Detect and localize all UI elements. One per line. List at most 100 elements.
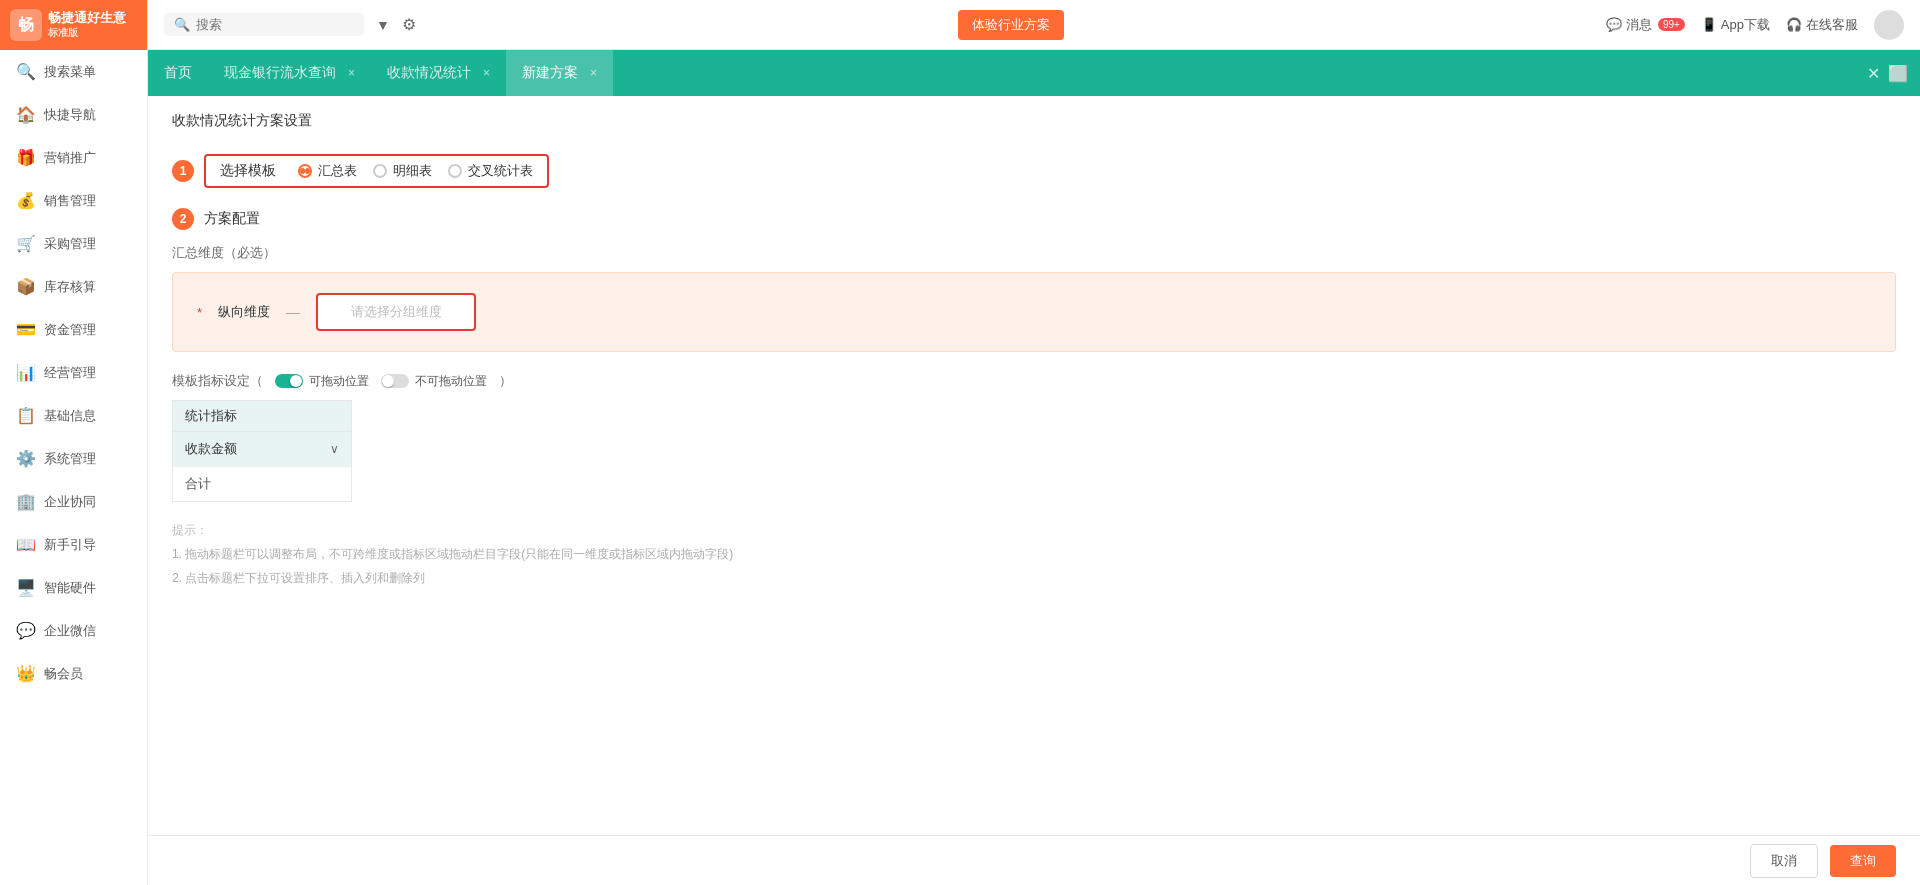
tab-home[interactable]: 首页 xyxy=(148,50,208,96)
step2-section: 2 方案配置 汇总维度（必选） * 纵向维度 — 请选择分组维度 xyxy=(172,208,1896,590)
draggable-toggle[interactable]: 可拖动位置 xyxy=(275,373,369,390)
tab-bank-label: 现金银行流水查询 xyxy=(224,64,336,82)
radio-detail[interactable]: 明细表 xyxy=(373,162,432,180)
messages-label: 消息 xyxy=(1626,16,1652,34)
settings-icon[interactable]: ⚙ xyxy=(402,15,416,34)
main-area: 🔍 ▼ ⚙ 体验行业方案 💬 消息 99+ 📱 App下载 🎧 在线客服 xyxy=(148,0,1920,885)
sidebar-item-wechat[interactable]: 💬 企业微信 xyxy=(0,609,147,652)
sidebar-item-hardware[interactable]: 🖥️ 智能硬件 xyxy=(0,566,147,609)
sidebar-item-guide-label: 新手引导 xyxy=(44,536,96,554)
radio-summary[interactable]: 汇总表 xyxy=(298,162,357,180)
sidebar-item-member-label: 畅会员 xyxy=(44,665,83,683)
messages-badge: 99+ xyxy=(1658,18,1685,31)
tab-bank[interactable]: 现金银行流水查询 × xyxy=(208,50,371,96)
radio-summary-circle xyxy=(298,164,312,178)
monitor-icon: 🖥️ xyxy=(16,578,36,597)
sidebar-item-purchase[interactable]: 🛒 采购管理 xyxy=(0,222,147,265)
nav-tabs-right: ✕ ⬜ xyxy=(1867,64,1920,83)
sidebar-item-inventory[interactable]: 📦 库存核算 xyxy=(0,265,147,308)
step1-header: 1 选择模板 汇总表 明细表 xyxy=(172,154,1896,188)
sidebar-item-member[interactable]: 👑 畅会员 xyxy=(0,652,147,695)
sidebar-item-sales[interactable]: 💰 销售管理 xyxy=(0,179,147,222)
non-draggable-toggle[interactable]: 不可拖动位置 xyxy=(381,373,487,390)
nav-tabs: 首页 现金银行流水查询 × 收款情况统计 × 新建方案 × ✕ ⬜ xyxy=(148,50,1920,96)
message-icon: 💬 xyxy=(1606,17,1622,32)
radio-detail-label: 明细表 xyxy=(393,162,432,180)
tab-bank-close[interactable]: × xyxy=(348,66,355,80)
chat-icon: 💬 xyxy=(16,621,36,640)
messages-button[interactable]: 💬 消息 99+ xyxy=(1606,16,1685,34)
footer: 取消 查询 xyxy=(148,835,1920,885)
sidebar-item-hardware-label: 智能硬件 xyxy=(44,579,96,597)
app-version: 标准版 xyxy=(48,26,126,40)
cell-label: 收款金额 xyxy=(185,440,237,458)
sidebar-item-search[interactable]: 🔍 搜索菜单 xyxy=(0,50,147,93)
sidebar-item-basic[interactable]: 📋 基础信息 xyxy=(0,394,147,437)
sidebar-item-operation[interactable]: 📊 经营管理 xyxy=(0,351,147,394)
radio-cross[interactable]: 交叉统计表 xyxy=(448,162,533,180)
draggable-label: 可拖动位置 xyxy=(309,373,369,390)
sidebar-item-marketing[interactable]: 🎁 营销推广 xyxy=(0,136,147,179)
tips-line2: 2. 点击标题栏下拉可设置排序、插入列和删除列 xyxy=(172,566,1896,590)
sidebar-item-finance-label: 资金管理 xyxy=(44,321,96,339)
tab-collection-close[interactable]: × xyxy=(483,66,490,80)
step1-section: 1 选择模板 汇总表 明细表 xyxy=(172,154,1896,188)
sidebar-item-enterprise-label: 企业协同 xyxy=(44,493,96,511)
indicator-header-end: ） xyxy=(499,372,512,390)
sidebar-item-enterprise[interactable]: 🏢 企业协同 xyxy=(0,480,147,523)
tab-new-plan[interactable]: 新建方案 × xyxy=(506,50,613,96)
dimension-select-placeholder: 请选择分组维度 xyxy=(351,303,442,321)
dimension-config: 汇总维度（必选） * 纵向维度 — 请选择分组维度 xyxy=(172,244,1896,590)
search-input[interactable] xyxy=(196,17,354,32)
download-label: App下载 xyxy=(1721,16,1770,34)
step2-label: 方案配置 xyxy=(204,210,260,228)
avatar[interactable] xyxy=(1874,10,1904,40)
search-icon: 🔍 xyxy=(16,62,36,81)
tab-new-plan-label: 新建方案 xyxy=(522,64,578,82)
sidebar-item-nav[interactable]: 🏠 快捷导航 xyxy=(0,93,147,136)
search-icon: 🔍 xyxy=(174,17,190,32)
sidebar-item-operation-label: 经营管理 xyxy=(44,364,96,382)
non-draggable-label: 不可拖动位置 xyxy=(415,373,487,390)
top-header: 🔍 ▼ ⚙ 体验行业方案 💬 消息 99+ 📱 App下载 🎧 在线客服 xyxy=(148,0,1920,50)
sales-icon: 💰 xyxy=(16,191,36,210)
radio-summary-label: 汇总表 xyxy=(318,162,357,180)
app-name: 畅捷通好生意 xyxy=(48,10,126,26)
tips-area: 提示： 1. 拖动标题栏可以调整布局，不可跨维度或指标区域拖动栏目字段(只能在同… xyxy=(172,518,1896,590)
cell-dropdown-icon[interactable]: ∨ xyxy=(330,442,339,456)
dropdown-icon[interactable]: ▼ xyxy=(376,17,390,33)
step2-number: 2 xyxy=(172,208,194,230)
indicator-settings: 模板指标设定（ 可拖动位置 不可拖 xyxy=(172,372,1896,502)
book-icon: 📖 xyxy=(16,535,36,554)
query-button[interactable]: 查询 xyxy=(1830,845,1896,877)
sidebar-item-guide[interactable]: 📖 新手引导 xyxy=(0,523,147,566)
indicator-table-cell[interactable]: 收款金额 ∨ xyxy=(173,432,351,466)
radio-cross-circle xyxy=(448,164,462,178)
dimension-select[interactable]: 请选择分组维度 xyxy=(316,293,476,331)
sidebar: 畅 畅捷通好生意 标准版 🔍 搜索菜单 🏠 快捷导航 🎁 营销推广 💰 销售管理… xyxy=(0,0,148,885)
maximize-icon[interactable]: ⬜ xyxy=(1888,64,1908,83)
dimension-label: 汇总维度（必选） xyxy=(172,244,1896,262)
search-box[interactable]: 🔍 xyxy=(164,13,364,36)
service-button[interactable]: 🎧 在线客服 xyxy=(1786,16,1858,34)
sidebar-item-finance[interactable]: 💳 资金管理 xyxy=(0,308,147,351)
download-button[interactable]: 📱 App下载 xyxy=(1701,16,1770,34)
service-icon: 🎧 xyxy=(1786,17,1802,32)
header-right: 💬 消息 99+ 📱 App下载 🎧 在线客服 xyxy=(1606,10,1904,40)
step1-label: 选择模板 xyxy=(220,162,276,180)
tab-new-plan-close[interactable]: × xyxy=(590,66,597,80)
page-title: 收款情况统计方案设置 xyxy=(172,112,1896,138)
indicator-table-header: 统计指标 xyxy=(173,401,351,432)
tab-collection[interactable]: 收款情况统计 × xyxy=(371,50,506,96)
close-window-icon[interactable]: ✕ xyxy=(1867,64,1880,83)
sidebar-item-basic-label: 基础信息 xyxy=(44,407,96,425)
sidebar-item-inventory-label: 库存核算 xyxy=(44,278,96,296)
sidebar-item-sales-label: 销售管理 xyxy=(44,192,96,210)
sidebar-item-purchase-label: 采购管理 xyxy=(44,235,96,253)
sidebar-item-system[interactable]: ⚙️ 系统管理 xyxy=(0,437,147,480)
cart-icon: 🛒 xyxy=(16,234,36,253)
draggable-thumb xyxy=(290,375,302,387)
gift-icon: 🎁 xyxy=(16,148,36,167)
cancel-button[interactable]: 取消 xyxy=(1750,844,1818,878)
trial-button[interactable]: 体验行业方案 xyxy=(958,10,1064,40)
